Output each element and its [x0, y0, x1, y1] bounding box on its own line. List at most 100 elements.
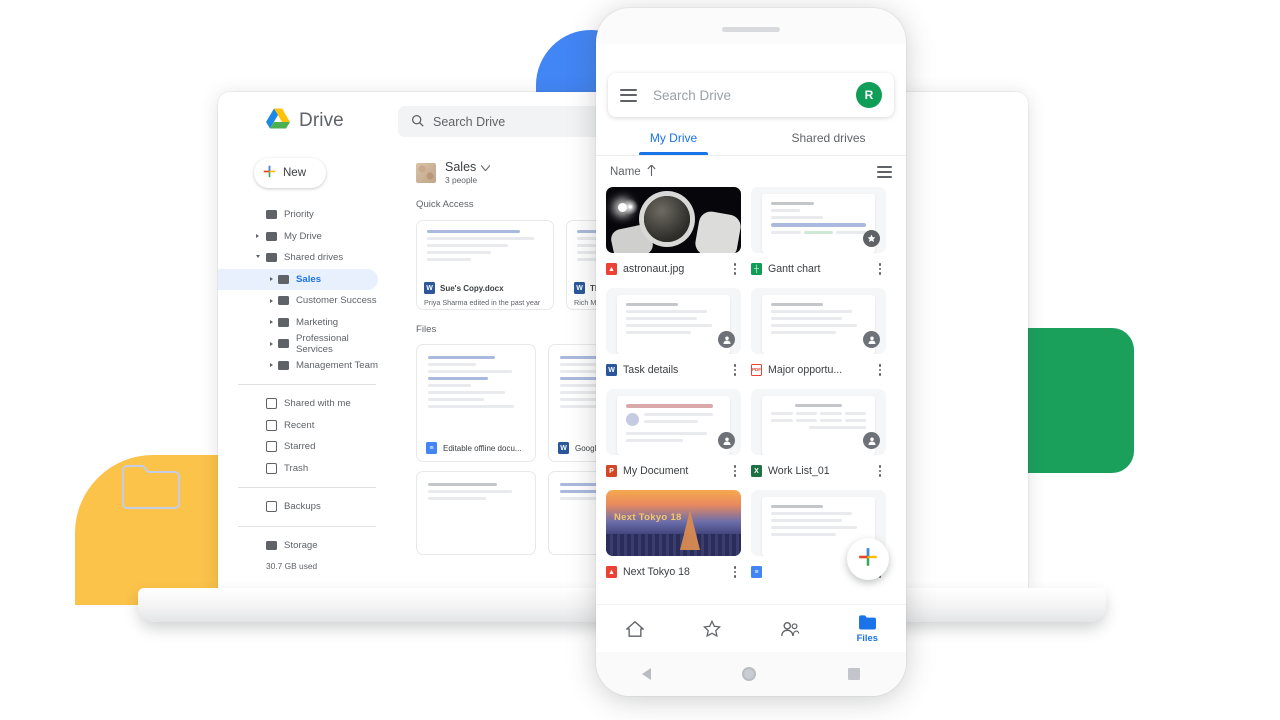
- decor-green-shape: [1022, 328, 1134, 473]
- file-name: astronaut.jpg: [623, 263, 685, 275]
- file-name: Editable offline docu...: [443, 443, 522, 453]
- sort-control[interactable]: Name: [610, 164, 656, 179]
- file-name: Next Tokyo 18: [623, 566, 690, 578]
- divider: [238, 487, 376, 488]
- tab-my-drive[interactable]: My Drive: [596, 120, 751, 155]
- plus-icon: [263, 165, 276, 181]
- expand-caret-icon[interactable]: [270, 341, 273, 346]
- search-input[interactable]: Search Drive: [653, 88, 840, 103]
- file-card[interactable]: [416, 471, 536, 555]
- word-icon: W: [574, 282, 585, 294]
- sidebar-item-my-drive[interactable]: My Drive: [218, 226, 388, 248]
- sidebar-item-professional-services[interactable]: Professional Services: [218, 333, 388, 355]
- desktop-search-placeholder: Search Drive: [433, 114, 506, 129]
- bottom-nav-home[interactable]: [596, 620, 674, 638]
- new-button-label: New: [283, 167, 307, 179]
- quick-access-card[interactable]: W Sue's Copy.docx Priya Sharma edited in t…: [416, 220, 554, 310]
- expand-caret-icon[interactable]: [256, 255, 260, 260]
- desktop-sidebar: New Priority My Drive Shared drives Sales Cu…: [218, 148, 388, 592]
- expand-caret-icon[interactable]: [270, 277, 273, 282]
- sidebar-item-customer-success[interactable]: Customer Success: [218, 290, 388, 312]
- sidebar-item-label: Management Team: [296, 359, 378, 371]
- file-grid-item[interactable]: ┼ Gantt chart: [751, 187, 886, 278]
- tab-shared-drives[interactable]: Shared drives: [751, 120, 906, 155]
- avatar[interactable]: R: [856, 82, 882, 108]
- pdf-icon: PDF: [751, 364, 762, 376]
- sidebar-item-management-team[interactable]: Management Team: [218, 355, 388, 377]
- expand-caret-icon[interactable]: [256, 234, 259, 239]
- sidebar-item-shared-with-me[interactable]: Shared with me: [218, 393, 388, 415]
- bottom-nav-starred[interactable]: [674, 619, 752, 638]
- file-name: My Document: [623, 465, 689, 477]
- clock-icon: [266, 419, 277, 431]
- sidebar-item-label: Shared drives: [284, 252, 344, 264]
- file-thumbnail: [751, 288, 886, 354]
- more-options-icon[interactable]: [729, 465, 741, 477]
- breadcrumb-title-text: Sales: [445, 160, 477, 174]
- recents-icon[interactable]: [848, 668, 861, 680]
- expand-caret-icon[interactable]: [270, 320, 273, 325]
- drive-square-icon: [278, 296, 289, 306]
- file-thumbnail: [751, 389, 886, 455]
- sidebar-item-sales[interactable]: Sales: [218, 268, 378, 290]
- file-grid-item[interactable]: PDF Major opportu...: [751, 288, 886, 379]
- file-grid-item[interactable]: Next Tokyo 18 ▲ Next Tokyo 18: [606, 490, 741, 581]
- sidebar-item-marketing[interactable]: Marketing: [218, 312, 388, 334]
- card-thumbnail: [428, 356, 524, 408]
- more-options-icon[interactable]: [729, 364, 741, 376]
- sidebar-item-label: My Drive: [284, 230, 322, 242]
- divider: [238, 525, 376, 527]
- sidebar-item-starred[interactable]: Starred: [218, 436, 388, 458]
- word-icon: W: [606, 364, 617, 376]
- expand-caret-icon[interactable]: [270, 298, 273, 303]
- bottom-nav-shared[interactable]: [751, 620, 829, 638]
- drive-app-title: Drive: [299, 110, 344, 131]
- create-fab-button[interactable]: [847, 538, 889, 580]
- file-name: Task details: [623, 364, 679, 376]
- drive-square-icon: [278, 317, 289, 327]
- file-name: Gantt chart: [768, 263, 821, 275]
- file-grid-item[interactable]: P My Document: [606, 389, 741, 480]
- list-view-icon[interactable]: [877, 166, 892, 178]
- expand-caret-icon[interactable]: [270, 363, 273, 368]
- phone-sort-row: Name: [596, 157, 906, 187]
- sidebar-item-storage[interactable]: Storage: [218, 535, 388, 557]
- sidebar-item-priority[interactable]: Priority: [218, 204, 388, 226]
- tab-label: My Drive: [649, 130, 698, 145]
- file-card[interactable]: ≡ Editable offline docu...: [416, 344, 536, 462]
- chevron-down-icon[interactable]: [480, 160, 491, 174]
- word-icon: W: [424, 282, 435, 294]
- desktop-nav-list-secondary: Shared with me Recent Starred Trash: [218, 393, 388, 479]
- sidebar-item-trash[interactable]: Trash: [218, 458, 388, 480]
- file-name: Sue's Copy.docx: [440, 283, 504, 293]
- new-button[interactable]: New: [254, 158, 326, 188]
- file-grid-item[interactable]: W Task details: [606, 288, 741, 379]
- phone-screen: Search Drive R My Drive Shared drives Nam…: [596, 44, 906, 652]
- back-icon[interactable]: [641, 668, 651, 680]
- drive-logo[interactable]: Drive: [266, 108, 344, 134]
- hamburger-menu-icon[interactable]: [620, 88, 637, 102]
- excel-icon: X: [751, 465, 762, 477]
- file-grid-item[interactable]: ▲ astronaut.jpg: [606, 187, 741, 278]
- star-badge-icon: [863, 230, 880, 247]
- home-icon[interactable]: [742, 667, 757, 681]
- phone-search-bar[interactable]: Search Drive R: [608, 73, 894, 117]
- sidebar-item-recent[interactable]: Recent: [218, 415, 388, 437]
- sidebar-item-label: Professional Services: [296, 332, 349, 355]
- sidebar-item-shared-drives[interactable]: Shared drives: [218, 247, 388, 269]
- more-options-icon[interactable]: [874, 263, 886, 275]
- sidebar-item-label: Recent: [284, 419, 315, 431]
- sort-label: Name: [610, 166, 641, 178]
- tokyo-photo: Next Tokyo 18: [606, 490, 741, 556]
- shared-badge-icon: [718, 331, 735, 348]
- sidebar-item-backups[interactable]: Backups: [218, 496, 388, 518]
- more-options-icon[interactable]: [729, 263, 741, 275]
- android-nav-bar: [596, 652, 906, 696]
- more-options-icon[interactable]: [874, 364, 886, 376]
- more-options-icon[interactable]: [729, 566, 741, 578]
- file-grid-item[interactable]: X Work List_01: [751, 389, 886, 480]
- bottom-nav-files[interactable]: Files: [829, 614, 907, 643]
- image-icon: ▲: [606, 263, 617, 275]
- ppt-icon: P: [606, 465, 617, 477]
- more-options-icon[interactable]: [874, 465, 886, 477]
